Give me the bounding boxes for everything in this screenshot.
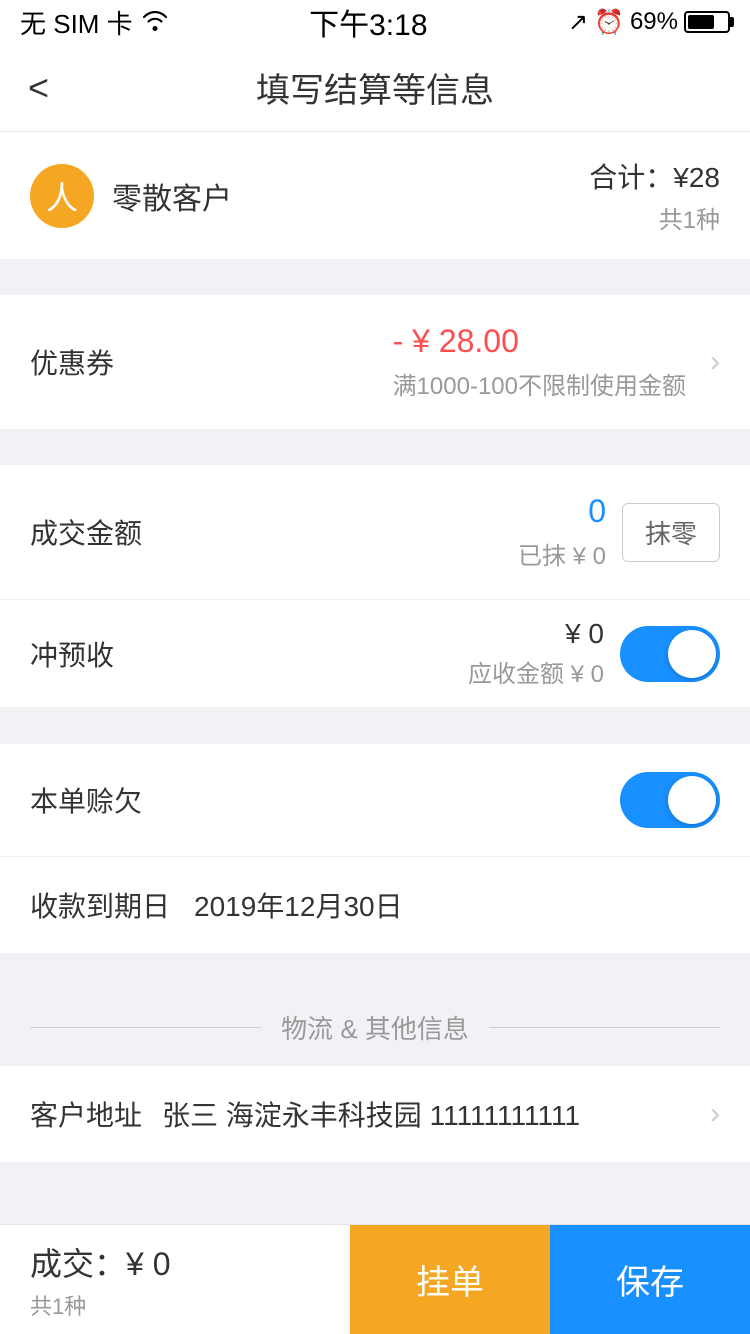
address-value: 张三 海淀永丰科技园 11111111111: [162, 1094, 710, 1134]
address-chevron-icon: ›: [710, 1097, 720, 1131]
due-date-value: 2019年12月30日: [194, 885, 403, 925]
due-date-label: 收款到期日: [30, 885, 170, 925]
deal-amount-block: 0 已抹 ¥ 0: [518, 493, 606, 571]
hangup-button[interactable]: 挂单: [350, 1225, 550, 1334]
coupon-right: - ¥ 28.00 满1000-100不限制使用金额 ›: [393, 323, 720, 401]
deal-amount-right: 0 已抹 ¥ 0 抹零: [518, 493, 720, 571]
prepay-toggle[interactable]: [620, 626, 720, 682]
customer-left: 人 零散客户: [30, 164, 232, 228]
back-button[interactable]: <: [28, 67, 49, 109]
prepay-right: ¥ 0 应收金额 ¥ 0: [468, 618, 720, 689]
prepay-label: 冲预收: [30, 634, 114, 674]
logistics-header: 物流 & 其他信息: [0, 989, 750, 1066]
debit-toggle-knob: [668, 776, 716, 824]
deal-amount-label: 成交金额: [30, 512, 142, 552]
bottom-deal-amount: ¥ 0: [126, 1246, 170, 1282]
section-gap-1: [0, 275, 750, 295]
content: 人 零散客户 合计：¥28 共1种 优惠券 - ¥ 28.00 满1000-10…: [0, 132, 750, 1298]
section-gap-4: [0, 969, 750, 989]
location-icon: ↗: [568, 8, 588, 37]
customer-total: 合计：¥28: [589, 156, 720, 196]
bottom-count: 共1种: [30, 1289, 320, 1321]
deal-amount-subtext: 已抹 ¥ 0: [518, 536, 606, 571]
battery-percent: 69%: [630, 8, 678, 36]
nav-bar: < 填写结算等信息: [0, 44, 750, 132]
bottom-bar: 成交：¥ 0 共1种 挂单 保存: [0, 1224, 750, 1334]
section-gap-3: [0, 724, 750, 744]
bottom-info: 成交：¥ 0 共1种: [0, 1239, 350, 1321]
wifi-icon: [141, 7, 169, 38]
logistics-label: 物流 & 其他信息: [281, 1009, 469, 1046]
prepay-values: ¥ 0 应收金额 ¥ 0: [468, 618, 604, 689]
status-bar: 无 SIM 卡 下午3:18 ↗ ⏰ 69%: [0, 0, 750, 44]
coupon-value-block: - ¥ 28.00 满1000-100不限制使用金额: [393, 323, 686, 401]
coupon-section: 优惠券 - ¥ 28.00 满1000-100不限制使用金额 ›: [0, 295, 750, 429]
coupon-label: 优惠券: [30, 342, 114, 382]
logistics-line-right: [489, 1027, 720, 1028]
alarm-icon: ⏰: [594, 8, 624, 37]
moling-button[interactable]: 抹零: [622, 503, 720, 562]
debit-toggle[interactable]: [620, 772, 720, 828]
carrier-label: 无 SIM 卡: [20, 4, 133, 41]
bottom-deal-label: 成交：: [30, 1246, 126, 1282]
page-title: 填写结算等信息: [256, 63, 494, 112]
prepay-row: 冲预收 ¥ 0 应收金额 ¥ 0: [0, 600, 750, 708]
deal-amount-row: 成交金额 0 已抹 ¥ 0 抹零: [0, 465, 750, 600]
customer-name: 零散客户: [112, 174, 232, 218]
address-label: 客户地址: [30, 1094, 142, 1134]
customer-count: 共1种: [589, 200, 720, 235]
save-button[interactable]: 保存: [550, 1225, 750, 1334]
amount-section: 成交金额 0 已抹 ¥ 0 抹零 冲预收 ¥ 0 应收金额 ¥ 0: [0, 465, 750, 708]
time-label: 下午3:18: [309, 0, 427, 44]
battery-icon: [684, 11, 730, 33]
coupon-subtext: 满1000-100不限制使用金额: [393, 366, 686, 401]
deal-amount-value: 0: [588, 493, 606, 529]
address-row[interactable]: 客户地址 张三 海淀永丰科技园 11111111111 ›: [0, 1066, 750, 1162]
bottom-deal-row: 成交：¥ 0: [30, 1239, 320, 1285]
customer-row: 人 零散客户 合计：¥28 共1种: [0, 132, 750, 259]
status-left: 无 SIM 卡: [20, 4, 169, 41]
address-section: 客户地址 张三 海淀永丰科技园 11111111111 ›: [0, 1066, 750, 1162]
coupon-chevron-icon: ›: [710, 345, 720, 379]
debit-right: [620, 772, 720, 828]
logistics-line-left: [30, 1027, 261, 1028]
status-right: ↗ ⏰ 69%: [568, 8, 730, 37]
coupon-discount: - ¥ 28.00: [393, 323, 686, 360]
debit-row: 本单赊欠: [0, 744, 750, 857]
debit-label: 本单赊欠: [30, 780, 142, 820]
section-gap-2: [0, 445, 750, 465]
customer-right: 合计：¥28 共1种: [589, 156, 720, 235]
prepay-main: ¥ 0: [468, 618, 604, 650]
customer-section: 人 零散客户 合计：¥28 共1种: [0, 132, 750, 259]
customer-avatar: 人: [30, 164, 94, 228]
debit-section: 本单赊欠 收款到期日 2019年12月30日: [0, 744, 750, 953]
coupon-row[interactable]: 优惠券 - ¥ 28.00 满1000-100不限制使用金额 ›: [0, 295, 750, 429]
prepay-sub: 应收金额 ¥ 0: [468, 654, 604, 689]
prepay-toggle-knob: [668, 630, 716, 678]
due-date-row: 收款到期日 2019年12月30日: [0, 857, 750, 953]
